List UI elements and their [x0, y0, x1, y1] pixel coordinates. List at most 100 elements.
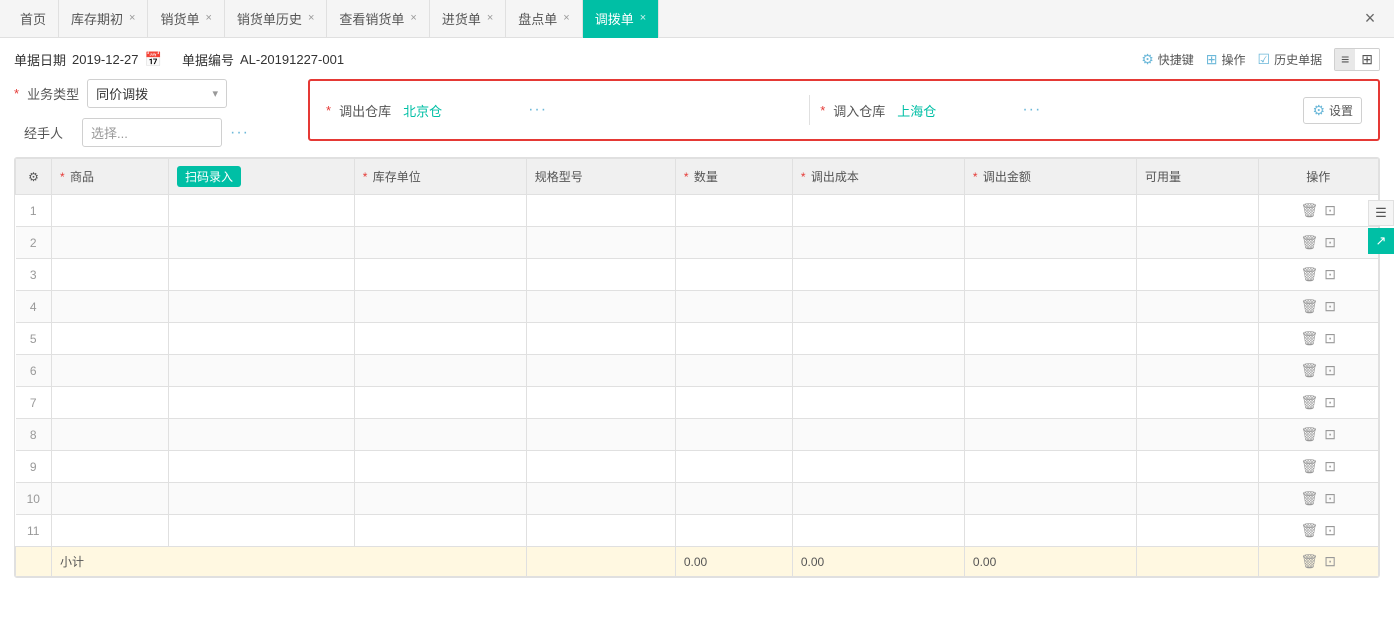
tab-inventory-init[interactable]: 库存期初 × [59, 0, 148, 38]
cell-unit[interactable] [354, 259, 526, 291]
cell-goods[interactable] [52, 195, 169, 227]
cell-cost[interactable] [792, 419, 964, 451]
cell-unit[interactable] [354, 515, 526, 547]
cell-qty[interactable] [675, 227, 792, 259]
cell-amount[interactable] [964, 227, 1136, 259]
operations-btn[interactable]: ⊞ 操作 [1206, 51, 1246, 68]
row-copy-icon[interactable]: ⊡ [1324, 202, 1336, 219]
row-copy-icon[interactable]: ⊡ [1324, 362, 1336, 379]
cell-amount[interactable] [964, 515, 1136, 547]
cell-amount[interactable] [964, 355, 1136, 387]
cell-spec[interactable] [526, 355, 675, 387]
cell-unit[interactable] [354, 227, 526, 259]
cell-qty[interactable] [675, 195, 792, 227]
cell-unit[interactable] [354, 483, 526, 515]
cell-goods[interactable] [52, 387, 169, 419]
cell-unit[interactable] [354, 451, 526, 483]
cell-qty[interactable] [675, 323, 792, 355]
cell-amount[interactable] [964, 387, 1136, 419]
cell-cost[interactable] [792, 515, 964, 547]
tab-view-sales[interactable]: 查看销货单 × [327, 0, 429, 38]
cell-goods[interactable] [52, 291, 169, 323]
cell-cost[interactable] [792, 195, 964, 227]
close-sales-history[interactable]: × [308, 13, 314, 24]
cell-unit[interactable] [354, 355, 526, 387]
cell-qty[interactable] [675, 355, 792, 387]
cell-goods[interactable] [52, 227, 169, 259]
cell-goods[interactable] [52, 451, 169, 483]
row-copy-icon[interactable]: ⊡ [1324, 394, 1336, 411]
tab-home[interactable]: 首页 [8, 0, 59, 38]
cell-amount[interactable] [964, 259, 1136, 291]
footer-copy-icon[interactable]: ⊡ [1324, 553, 1336, 570]
tab-sales-history[interactable]: 销货单历史 × [225, 0, 327, 38]
row-delete-icon[interactable]: 🗑 [1300, 330, 1318, 347]
cell-goods[interactable] [52, 419, 169, 451]
tab-transfer[interactable]: 调拨单 × [583, 0, 659, 38]
row-delete-icon[interactable]: 🗑 [1300, 458, 1318, 475]
cell-qty[interactable] [675, 387, 792, 419]
list-view-btn[interactable]: ≡ [1335, 49, 1355, 70]
cell-amount[interactable] [964, 323, 1136, 355]
close-view-sales[interactable]: × [410, 13, 416, 24]
window-close-button[interactable]: × [1354, 3, 1386, 35]
shortcut-keys-btn[interactable]: ⚙ 快捷键 [1141, 51, 1194, 68]
cell-goods[interactable] [52, 355, 169, 387]
row-delete-icon[interactable]: 🗑 [1300, 522, 1318, 539]
cell-amount[interactable] [964, 195, 1136, 227]
table-scroll-area[interactable]: ⚙ * 商品 扫码录入 * 库存单位 规格型号 [14, 157, 1380, 578]
cell-qty[interactable] [675, 451, 792, 483]
cell-spec[interactable] [526, 323, 675, 355]
settings-button[interactable]: ⚙ 设置 [1303, 97, 1362, 124]
close-sales-order[interactable]: × [205, 13, 211, 24]
cell-spec[interactable] [526, 387, 675, 419]
row-copy-icon[interactable]: ⊡ [1324, 234, 1336, 251]
col-gear[interactable]: ⚙ [16, 159, 52, 195]
table-gear-icon[interactable]: ⚙ [28, 170, 39, 184]
row-delete-icon[interactable]: 🗑 [1300, 426, 1318, 443]
cell-spec[interactable] [526, 195, 675, 227]
row-delete-icon[interactable]: 🗑 [1300, 234, 1318, 251]
col-scan[interactable]: 扫码录入 [169, 159, 355, 195]
calendar-icon[interactable]: 📅 [145, 51, 162, 68]
sidebar-list-btn[interactable]: ☰ [1368, 200, 1394, 226]
tab-sales-order[interactable]: 销货单 × [148, 0, 224, 38]
cell-cost[interactable] [792, 355, 964, 387]
cell-spec[interactable] [526, 483, 675, 515]
cell-cost[interactable] [792, 323, 964, 355]
row-delete-icon[interactable]: 🗑 [1300, 266, 1318, 283]
cell-spec[interactable] [526, 227, 675, 259]
cell-spec[interactable] [526, 451, 675, 483]
close-transfer[interactable]: × [640, 13, 646, 24]
row-copy-icon[interactable]: ⊡ [1324, 266, 1336, 283]
cell-goods[interactable] [52, 259, 169, 291]
cell-qty[interactable] [675, 291, 792, 323]
cell-unit[interactable] [354, 195, 526, 227]
cell-qty[interactable] [675, 259, 792, 291]
scan-button[interactable]: 扫码录入 [177, 166, 241, 187]
tab-stocktake[interactable]: 盘点单 × [506, 0, 582, 38]
sidebar-export-btn[interactable]: ↗ [1368, 228, 1394, 254]
row-delete-icon[interactable]: 🗑 [1300, 362, 1318, 379]
cell-qty[interactable] [675, 419, 792, 451]
cell-qty[interactable] [675, 515, 792, 547]
row-copy-icon[interactable]: ⊡ [1324, 298, 1336, 315]
business-type-select[interactable]: 同价调拨 ▾ [87, 79, 227, 108]
cell-amount[interactable] [964, 291, 1136, 323]
history-orders-btn[interactable]: ☑ 历史单据 [1258, 51, 1323, 68]
row-delete-icon[interactable]: 🗑 [1300, 202, 1318, 219]
cell-amount[interactable] [964, 483, 1136, 515]
transfer-out-ellipsis-btn[interactable]: ··· [528, 101, 547, 119]
transfer-in-ellipsis-btn[interactable]: ··· [1022, 101, 1041, 119]
cell-qty[interactable] [675, 483, 792, 515]
cell-cost[interactable] [792, 227, 964, 259]
person-select[interactable]: 选择... [82, 118, 222, 147]
person-ellipsis-btn[interactable]: ··· [230, 124, 249, 142]
cell-goods[interactable] [52, 515, 169, 547]
cell-unit[interactable] [354, 419, 526, 451]
row-copy-icon[interactable]: ⊡ [1324, 330, 1336, 347]
row-delete-icon[interactable]: 🗑 [1300, 490, 1318, 507]
cell-amount[interactable] [964, 451, 1136, 483]
row-delete-icon[interactable]: 🗑 [1300, 394, 1318, 411]
row-delete-icon[interactable]: 🗑 [1300, 298, 1318, 315]
